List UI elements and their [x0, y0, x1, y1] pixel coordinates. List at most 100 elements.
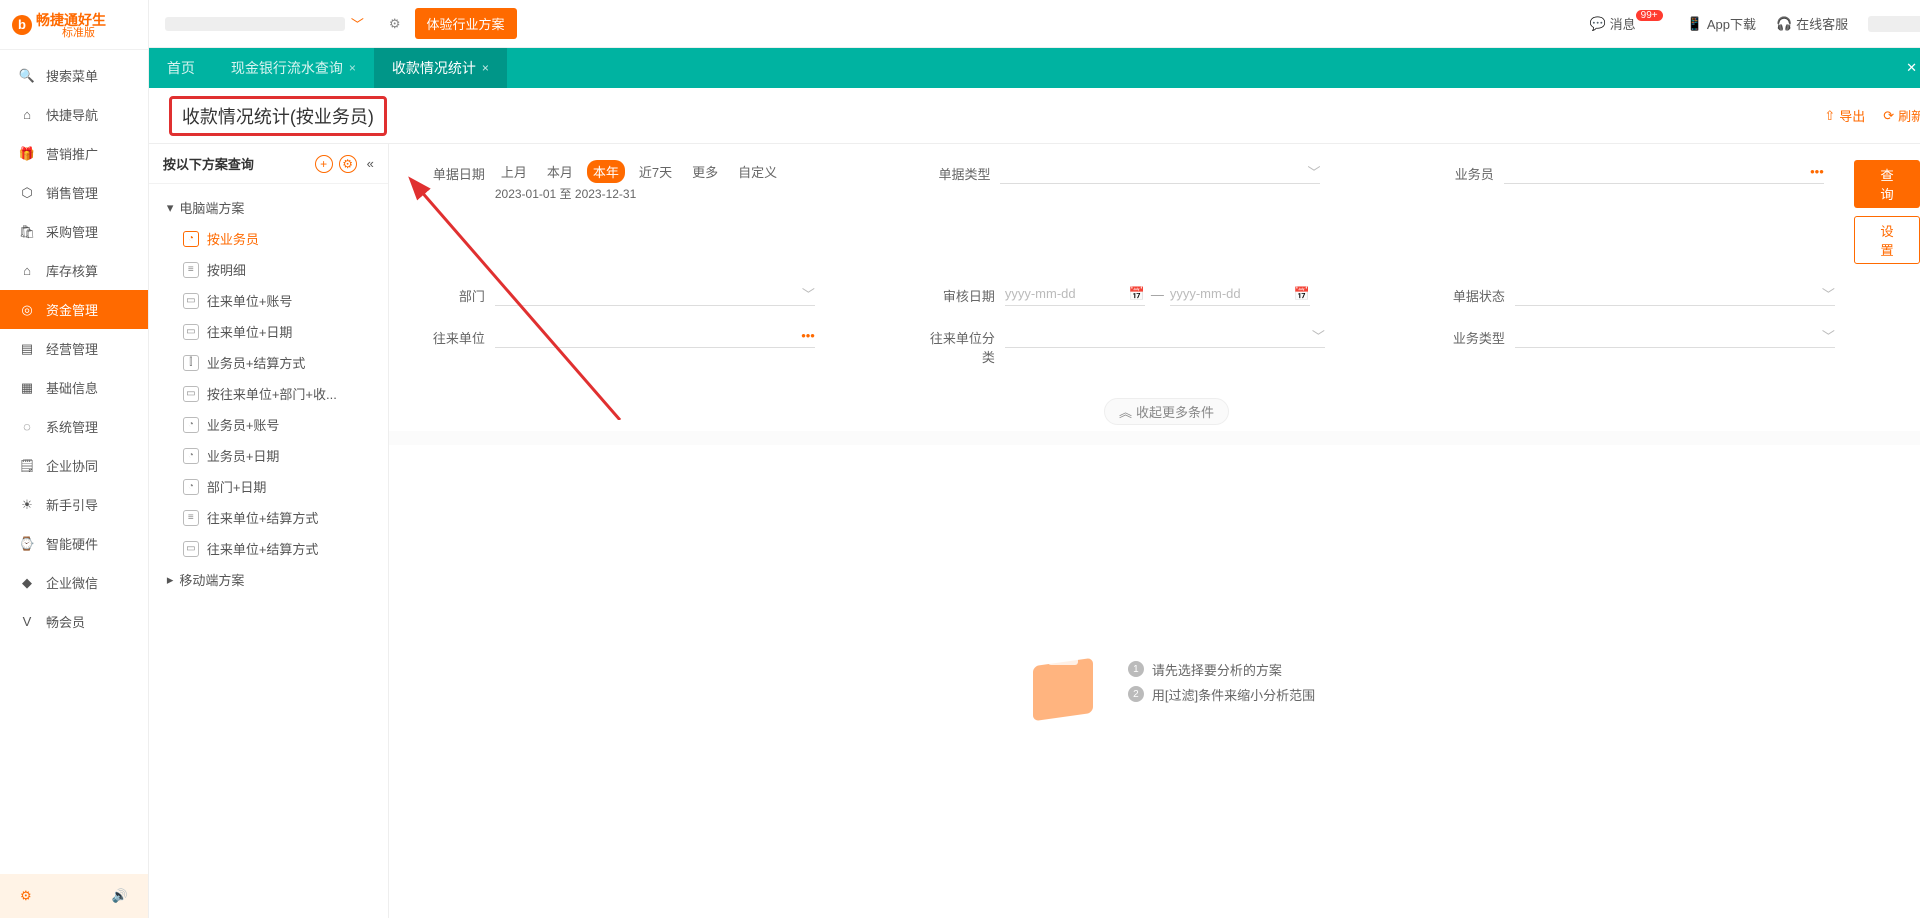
- nav: 🔍搜索菜单 ⌂ 快捷导航 🎁 营销推广 ⬡销售管理🛍采购管理⌂库存核算◎资金管理▤经营管理…: [0, 50, 148, 874]
- nav-icon: V: [18, 614, 36, 629]
- sidebar-item-9[interactable]: ◌系统管理: [0, 407, 148, 446]
- tree-item[interactable]: ≡往来单位+结算方式: [149, 502, 388, 533]
- org-selector[interactable]: ﹀: [165, 14, 375, 33]
- nav-icon: ☀: [18, 497, 36, 513]
- nav-icon: ▤: [18, 341, 36, 357]
- date-split: —: [1151, 287, 1164, 302]
- export-icon: ⇧: [1824, 108, 1835, 124]
- scheme-label: 往来单位+账号: [207, 291, 293, 310]
- app-download-link[interactable]: 📱 App下载: [1687, 14, 1756, 33]
- cucat-select[interactable]: ﹀: [1005, 324, 1325, 348]
- audit-date-from[interactable]: yyyy-mm-dd📅: [1005, 282, 1145, 306]
- fold-up-icon: ︽: [1119, 402, 1132, 421]
- nav-icon: ⌂: [18, 107, 36, 122]
- sidebar-item-5[interactable]: ⌂库存核算: [0, 251, 148, 290]
- messages-badge: 99+: [1636, 10, 1663, 21]
- tab-label: 首页: [167, 58, 195, 78]
- collapse-icon[interactable]: «: [367, 156, 374, 171]
- scheme-label: 往来单位+日期: [207, 322, 293, 341]
- settings-icon[interactable]: ⚙: [20, 888, 32, 904]
- tab-label: 收款情况统计: [392, 58, 476, 78]
- speaker-icon[interactable]: 🔊: [112, 888, 128, 904]
- experience-button[interactable]: 体验行业方案: [415, 8, 517, 39]
- sidebar-item-10[interactable]: 🗒企业协同: [0, 446, 148, 485]
- scheme-label: 业务员+日期: [207, 446, 280, 465]
- nav-icon: ⌂: [18, 263, 36, 278]
- org-placeholder: [165, 17, 345, 31]
- scheme-title: 按以下方案查询: [163, 154, 309, 173]
- nav-label: 快捷导航: [46, 105, 98, 124]
- chat-icon: 💬: [1589, 16, 1605, 32]
- sidebar-item-7[interactable]: ▤经营管理: [0, 329, 148, 368]
- scheme-icon: ▭: [183, 293, 199, 309]
- nav-label: 采购管理: [46, 222, 98, 241]
- export-label: 导出: [1839, 106, 1865, 125]
- tab-0[interactable]: 首页: [149, 48, 213, 88]
- tab-close-icon[interactable]: ×: [349, 61, 356, 75]
- scheme-label: 业务员+账号: [207, 415, 280, 434]
- tree-item[interactable]: ⫿业务员+结算方式: [149, 347, 388, 378]
- tree-item[interactable]: ◔按业务员: [149, 223, 388, 254]
- main: ﹀ ⚙ 体验行业方案 💬 消息 99+ 📱 App下载 🎧 在线客服: [149, 0, 1920, 918]
- annotation-arrow: [400, 170, 700, 420]
- sidebar-item-6[interactable]: ◎资金管理: [0, 290, 148, 329]
- btype-label: 业务类型: [1433, 324, 1505, 347]
- tab-close-icon[interactable]: ✕: [1906, 60, 1917, 76]
- refresh-button[interactable]: ⟳刷新: [1883, 106, 1920, 125]
- sidebar-item-14[interactable]: V 畅会员: [0, 602, 148, 641]
- doc-type-label: 单据类型: [918, 160, 990, 183]
- sidebar-item-13[interactable]: ◆企业微信: [0, 563, 148, 602]
- sidebar-item-0[interactable]: 🔍搜索菜单: [0, 56, 148, 95]
- scheme-icon: ◔: [183, 448, 199, 464]
- nav-icon: 🎁: [18, 146, 36, 162]
- tree-group[interactable]: ▸移动端方案: [149, 564, 388, 595]
- query-button[interactable]: 查询: [1854, 160, 1920, 208]
- logo-icon: b: [12, 15, 32, 35]
- empty-state: 1请先选择要分析的方案 2用[过滤]条件来缩小分析范围: [389, 445, 1920, 918]
- tree-item[interactable]: ≡按明细: [149, 254, 388, 285]
- fold-button[interactable]: ︽ 收起更多条件: [1104, 398, 1229, 425]
- nav-label: 新手引导: [46, 495, 98, 514]
- date-to-placeholder: yyyy-mm-dd: [1170, 286, 1241, 301]
- tree-item[interactable]: ▭按往来单位+部门+收...: [149, 378, 388, 409]
- date-opt[interactable]: 自定义: [732, 160, 783, 183]
- avatar[interactable]: [1868, 16, 1920, 32]
- sidebar-item-4[interactable]: 🛍采购管理: [0, 212, 148, 251]
- scheme-settings-icon[interactable]: ⚙: [339, 155, 357, 173]
- sidebar-item-11[interactable]: ☀ 新手引导: [0, 485, 148, 524]
- tree-item[interactable]: ◔ 业务员+日期: [149, 440, 388, 471]
- nav-label: 营销推广: [46, 144, 98, 163]
- tree-item[interactable]: ◔部门+日期: [149, 471, 388, 502]
- tree-group[interactable]: ▾电脑端方案: [149, 192, 388, 223]
- doc-type-select[interactable]: ﹀: [1000, 160, 1320, 184]
- service-link[interactable]: 🎧 在线客服: [1776, 14, 1848, 33]
- sidebar-item-12[interactable]: ⌚智能硬件: [0, 524, 148, 563]
- btype-select[interactable]: ﹀: [1515, 324, 1835, 348]
- salesman-select[interactable]: •••: [1504, 160, 1824, 184]
- gear-icon[interactable]: ⚙: [389, 16, 401, 32]
- page-title: 收款情况统计(按业务员): [169, 96, 387, 136]
- tree-item[interactable]: ▭ 往来单位+账号: [149, 285, 388, 316]
- tab-close-icon[interactable]: ×: [482, 61, 489, 75]
- tabbar: 首页现金银行流水查询×收款情况统计× ✕ ⛶: [149, 48, 1920, 88]
- tab-2[interactable]: 收款情况统计 ×: [374, 48, 507, 88]
- tab-1[interactable]: 现金银行流水查询×: [213, 48, 374, 88]
- tree-item[interactable]: ▭往来单位+结算方式: [149, 533, 388, 564]
- status-select[interactable]: ﹀: [1515, 282, 1835, 306]
- add-scheme-icon[interactable]: +: [315, 155, 333, 173]
- scheme-icon: ≡: [183, 510, 199, 526]
- settings-button[interactable]: 设置: [1854, 216, 1920, 264]
- sidebar-item-3[interactable]: ⬡销售管理: [0, 173, 148, 212]
- tree-item[interactable]: ◔业务员+账号: [149, 409, 388, 440]
- logo: b 畅捷通好生 标准版: [0, 0, 148, 50]
- messages-link[interactable]: 💬 消息 99+: [1589, 14, 1666, 33]
- export-button[interactable]: ⇧导出: [1824, 106, 1865, 125]
- sidebar-item-8[interactable]: ▦基础信息: [0, 368, 148, 407]
- sidebar-item-1[interactable]: ⌂ 快捷导航: [0, 95, 148, 134]
- nav-label: 畅会员: [46, 612, 85, 631]
- nav-icon: ◆: [18, 575, 36, 591]
- nav-label: 销售管理: [46, 183, 98, 202]
- sidebar-item-2[interactable]: 🎁 营销推广: [0, 134, 148, 173]
- audit-date-to[interactable]: yyyy-mm-dd📅: [1170, 282, 1310, 306]
- tree-item[interactable]: ▭往来单位+日期: [149, 316, 388, 347]
